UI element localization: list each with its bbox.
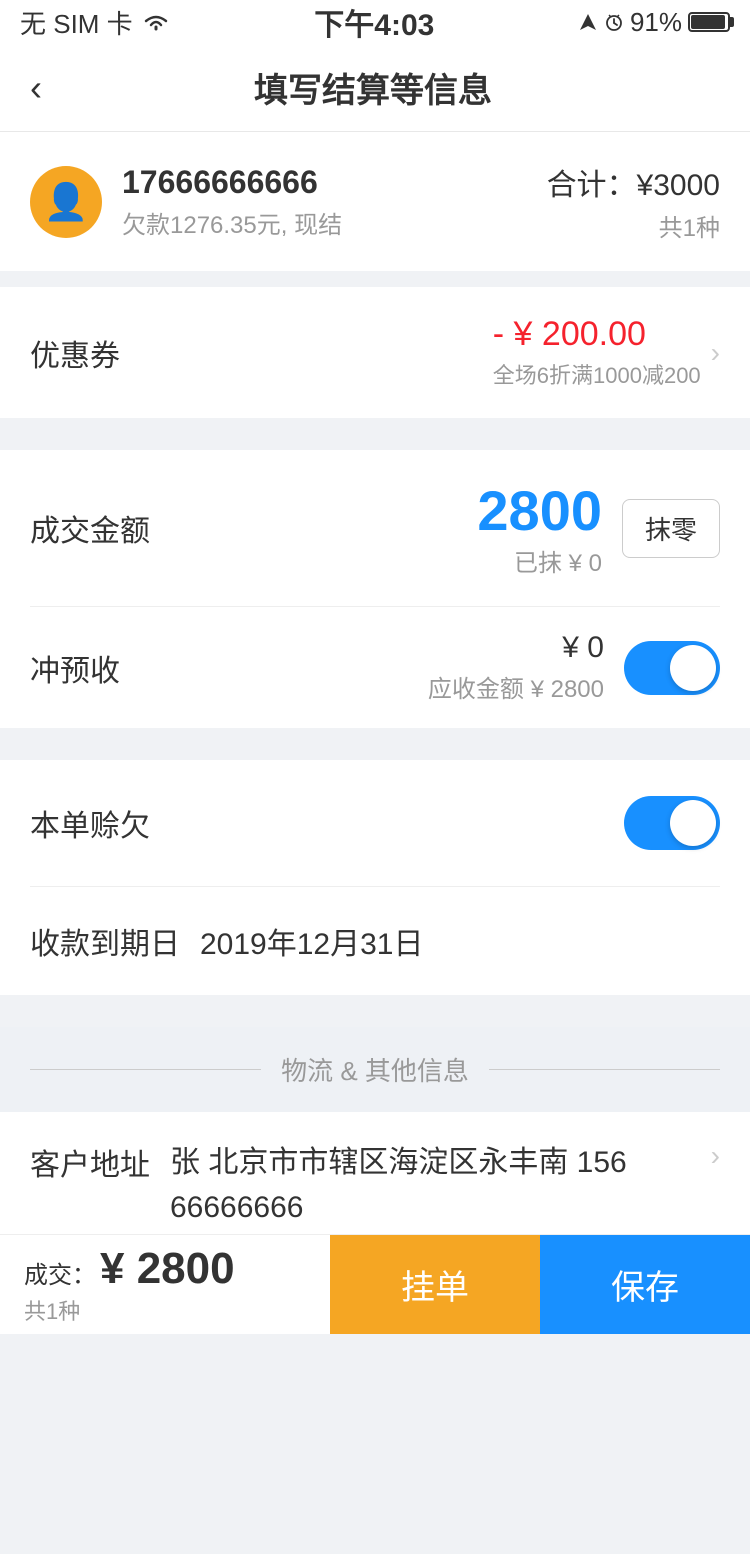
prepay-label: 冲预收 — [30, 646, 120, 690]
debt-label: 本单赊欠 — [30, 801, 150, 845]
save-button[interactable]: 保存 — [540, 1235, 750, 1334]
debt-row: 本单赊欠 — [0, 760, 750, 886]
nav-title: 填写结算等信息 — [62, 63, 684, 112]
date-value: 2019年12月31日 — [200, 919, 423, 963]
amount-count: 共1种 — [547, 208, 720, 243]
deal-amount-sub: 已抹 ¥ 0 — [477, 543, 602, 578]
customer-info: 17666666666 欠款1276.35元, 现结 — [122, 164, 547, 240]
footer-deal-amount: ¥ 2800 — [100, 1244, 235, 1294]
coupon-discount: - ¥ 200.00 — [493, 315, 701, 354]
debt-toggle-knob — [670, 800, 716, 846]
chevron-right-icon: › — [711, 337, 720, 369]
coupon-row[interactable]: 优惠券 - ¥ 200.00 全场6折满1000减200 › — [0, 287, 750, 418]
coupon-info: - ¥ 200.00 全场6折满1000减200 — [493, 315, 701, 390]
prepay-sub: 应收金额 ¥ 2800 — [428, 669, 604, 704]
status-bar: 无 SIM 卡 下午4:03 91% — [0, 0, 750, 44]
customer-phone: 17666666666 — [122, 164, 547, 201]
prepay-toggle[interactable] — [624, 641, 720, 695]
section-header: 物流 & 其他信息 — [0, 1027, 750, 1112]
footer-bar: 成交： ¥ 2800 共1种 挂单 保存 — [0, 1234, 750, 1334]
prepay-info: ¥ 0 应收金额 ¥ 2800 — [428, 631, 604, 704]
footer-count: 共1种 — [24, 1294, 306, 1326]
customer-sub: 欠款1276.35元, 现结 — [122, 205, 547, 240]
section-gap-1 — [0, 434, 750, 450]
wifi-icon — [141, 11, 171, 33]
prepay-row: 冲预收 ¥ 0 应收金额 ¥ 2800 — [0, 607, 750, 728]
coupon-label: 优惠券 — [30, 331, 120, 375]
avatar-icon: 👤 — [44, 181, 89, 223]
sim-text: 无 SIM 卡 — [20, 4, 133, 41]
status-time: 下午4:03 — [314, 0, 434, 44]
nav-bar: ‹ 填写结算等信息 — [0, 44, 750, 132]
section-header-text: 物流 & 其他信息 — [281, 1051, 469, 1088]
section-gap-2 — [0, 744, 750, 760]
deal-amount-row: 成交金额 2800 已抹 ¥ 0 抹零 — [0, 450, 750, 606]
customer-amount: 合计：¥3000 共1种 — [547, 160, 720, 243]
deal-amount-info: 2800 已抹 ¥ 0 — [477, 478, 602, 578]
footer-info: 成交： ¥ 2800 共1种 — [0, 1235, 330, 1334]
address-label: 客户地址 — [30, 1140, 150, 1184]
prepay-amount: ¥ 0 — [428, 631, 604, 665]
hang-button[interactable]: 挂单 — [330, 1235, 540, 1334]
address-chevron-icon: › — [711, 1140, 720, 1172]
section-gap-3 — [0, 1011, 750, 1027]
deal-amount-right: 2800 已抹 ¥ 0 抹零 — [477, 478, 720, 578]
header-line-left — [30, 1069, 261, 1070]
back-button[interactable]: ‹ — [30, 67, 42, 109]
deal-amount-value: 2800 — [477, 478, 602, 543]
deal-amount-label: 成交金额 — [30, 506, 150, 550]
prepay-right: ¥ 0 应收金额 ¥ 2800 — [428, 631, 720, 704]
deal-amount-card: 成交金额 2800 已抹 ¥ 0 抹零 冲预收 ¥ 0 应收金额 ¥ 2800 — [0, 450, 750, 728]
date-label: 收款到期日 — [30, 919, 180, 963]
address-value: 张 北京市市辖区海淀区永丰南 156 66666666 — [170, 1140, 711, 1230]
customer-row: 👤 17666666666 欠款1276.35元, 现结 合计：¥3000 共1… — [0, 132, 750, 271]
footer-deal-row: 成交： ¥ 2800 — [24, 1244, 306, 1294]
coupon-right: - ¥ 200.00 全场6折满1000减200 › — [493, 315, 720, 390]
toggle-knob — [670, 645, 716, 691]
alarm-icon — [604, 12, 624, 32]
customer-card: 👤 17666666666 欠款1276.35元, 现结 合计：¥3000 共1… — [0, 132, 750, 271]
debt-card: 本单赊欠 收款到期日 2019年12月31日 — [0, 760, 750, 995]
coupon-card[interactable]: 优惠券 - ¥ 200.00 全场6折满1000减200 › — [0, 287, 750, 418]
coupon-desc: 全场6折满1000减200 — [493, 358, 701, 390]
status-left: 无 SIM 卡 — [20, 4, 171, 41]
location-icon — [578, 12, 598, 32]
avatar: 👤 — [30, 166, 102, 238]
date-row: 收款到期日 2019年12月31日 — [0, 887, 750, 995]
debt-toggle[interactable] — [624, 796, 720, 850]
header-line-right — [489, 1069, 720, 1070]
status-right: 91% — [578, 7, 730, 38]
amount-total: 合计：¥3000 — [547, 160, 720, 204]
battery-percent: 91% — [630, 7, 682, 38]
battery-icon — [688, 12, 730, 32]
content-area: 👤 17666666666 欠款1276.35元, 现结 合计：¥3000 共1… — [0, 132, 750, 1554]
round-button[interactable]: 抹零 — [622, 499, 720, 558]
footer-deal-label: 成交： — [24, 1255, 96, 1290]
